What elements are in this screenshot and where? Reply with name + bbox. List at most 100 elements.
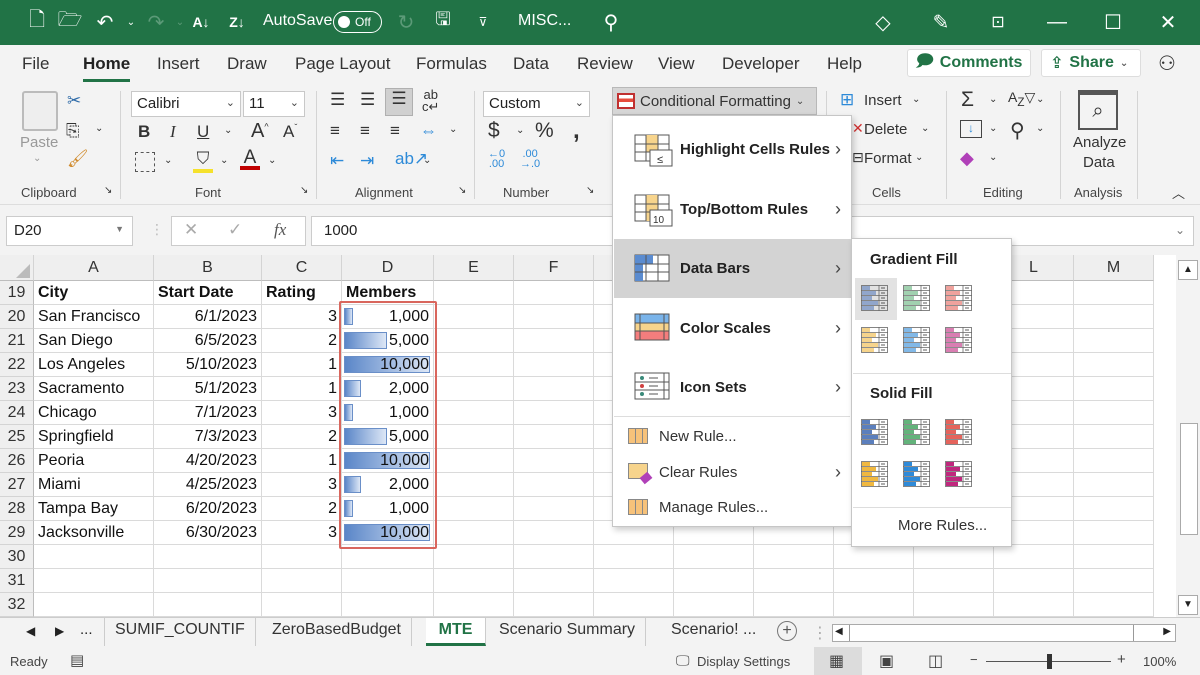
cell-L31[interactable]: [994, 569, 1074, 593]
font-color-dropdown-icon[interactable]: ⌄: [268, 155, 276, 166]
chevron-down-icon[interactable]: ⌄: [989, 94, 997, 105]
menu-item-clear-rules[interactable]: Clear Rules ›: [614, 454, 851, 490]
cell-H31[interactable]: [674, 569, 754, 593]
borders-icon[interactable]: [135, 152, 155, 172]
font-size-select[interactable]: 11 ⌄: [243, 91, 305, 117]
dialog-launcher-icon[interactable]: ↘: [458, 185, 466, 196]
cell-A26[interactable]: Peoria: [34, 449, 154, 473]
cell-I32[interactable]: [754, 593, 834, 617]
cell-A31[interactable]: [34, 569, 154, 593]
ribbon-display-icon[interactable]: ⊡: [985, 8, 1011, 36]
menu-item-icon-sets[interactable]: Icon Sets ›: [614, 358, 851, 416]
cell-C30[interactable]: [262, 545, 342, 569]
cell-F30[interactable]: [514, 545, 594, 569]
cell-C27[interactable]: 3: [262, 473, 342, 497]
cell-I31[interactable]: [754, 569, 834, 593]
insert-function-icon[interactable]: fx: [274, 220, 286, 240]
cell-B30[interactable]: [154, 545, 262, 569]
cell-A30[interactable]: [34, 545, 154, 569]
cell-M29[interactable]: [1074, 521, 1154, 545]
column-header-b[interactable]: B: [154, 255, 262, 281]
cell-C29[interactable]: 3: [262, 521, 342, 545]
chevron-down-icon[interactable]: ⌄: [1036, 123, 1044, 134]
chevron-down-icon[interactable]: ⌄: [989, 123, 997, 134]
cell-E24[interactable]: [434, 401, 514, 425]
cell-C21[interactable]: 2: [262, 329, 342, 353]
select-all-corner[interactable]: [0, 255, 34, 281]
collapse-ribbon-icon[interactable]: ︿: [1172, 183, 1185, 202]
cell-C19[interactable]: Rating: [262, 281, 342, 305]
gradient-fill-purple-swatch[interactable]: [945, 327, 975, 355]
normal-view-button[interactable]: ▦: [814, 647, 862, 675]
column-header-a[interactable]: A: [34, 255, 154, 281]
row-header-22[interactable]: 22: [0, 353, 34, 377]
delete-cells-icon[interactable]: ✕: [852, 120, 864, 137]
sheet-tab-sumif-countif[interactable]: SUMIF_COUNTIF: [104, 618, 256, 646]
cell-A29[interactable]: Jacksonville: [34, 521, 154, 545]
cell-M19[interactable]: [1074, 281, 1154, 305]
gradient-fill-blue-swatch[interactable]: [861, 285, 891, 313]
format-cells-label[interactable]: Format: [864, 150, 912, 167]
tab-page-layout[interactable]: Page Layout: [295, 54, 390, 74]
zoom-in-button[interactable]: +: [1117, 651, 1126, 668]
cell-C24[interactable]: 3: [262, 401, 342, 425]
decrease-decimal-icon[interactable]: .00 →.0: [520, 149, 540, 170]
cell-E31[interactable]: [434, 569, 514, 593]
decrease-indent-icon[interactable]: ⇤: [330, 151, 344, 171]
cell-M25[interactable]: [1074, 425, 1154, 449]
sheet-tab-zerobasedbudget[interactable]: ZeroBasedBudget: [262, 618, 412, 646]
gradient-fill-orange-swatch[interactable]: [861, 327, 891, 355]
row-header-24[interactable]: 24: [0, 401, 34, 425]
column-header-m[interactable]: M: [1074, 255, 1154, 281]
increase-font-icon[interactable]: A^: [251, 120, 269, 143]
more-sheets[interactable]: ...: [80, 621, 93, 638]
cell-F31[interactable]: [514, 569, 594, 593]
column-header-f[interactable]: F: [514, 255, 594, 281]
format-cells-icon[interactable]: ⊟: [852, 149, 864, 166]
cell-F21[interactable]: [514, 329, 594, 353]
cell-C26[interactable]: 1: [262, 449, 342, 473]
scroll-thumb[interactable]: [1180, 423, 1198, 535]
underline-icon[interactable]: U: [197, 122, 209, 142]
cell-B23[interactable]: 5/1/2023: [154, 377, 262, 401]
merge-center-icon[interactable]: ⇔: [420, 121, 437, 141]
solid-fill-orange-swatch[interactable]: [861, 461, 891, 489]
top-align-icon[interactable]: ☰: [330, 90, 345, 110]
find-select-icon[interactable]: ⚲: [1010, 118, 1025, 143]
cell-C32[interactable]: [262, 593, 342, 617]
align-center-icon[interactable]: ≡: [360, 121, 370, 141]
bottom-align-icon[interactable]: ☰: [385, 88, 413, 116]
increase-indent-icon[interactable]: ⇥: [360, 151, 374, 171]
page-layout-view-icon[interactable]: ▣: [879, 651, 894, 671]
currency-dropdown-icon[interactable]: ⌄: [516, 125, 524, 136]
minimize-icon[interactable]: —: [1044, 8, 1070, 36]
analyze-label-line1[interactable]: Analyze: [1073, 134, 1126, 151]
delete-cells-label[interactable]: Delete: [864, 121, 907, 138]
cell-F24[interactable]: [514, 401, 594, 425]
search-icon[interactable]: ⚲: [598, 8, 624, 36]
cell-B32[interactable]: [154, 593, 262, 617]
cell-C20[interactable]: 3: [262, 305, 342, 329]
cell-B24[interactable]: 7/1/2023: [154, 401, 262, 425]
tab-data[interactable]: Data: [513, 54, 549, 74]
comma-style-icon[interactable]: ,: [573, 117, 580, 145]
redo-icon[interactable]: ↷: [143, 8, 169, 36]
cell-E21[interactable]: [434, 329, 514, 353]
scroll-right-icon[interactable]: ▶: [1163, 626, 1171, 637]
cell-F25[interactable]: [514, 425, 594, 449]
cell-M27[interactable]: [1074, 473, 1154, 497]
zoom-level[interactable]: 100%: [1143, 654, 1176, 669]
cell-H30[interactable]: [674, 545, 754, 569]
cell-F28[interactable]: [514, 497, 594, 521]
cell-M32[interactable]: [1074, 593, 1154, 617]
tab-view[interactable]: View: [658, 54, 695, 74]
maximize-icon[interactable]: ☐: [1100, 8, 1126, 36]
cell-B19[interactable]: Start Date: [154, 281, 262, 305]
chevron-down-icon[interactable]: ⌄: [989, 152, 997, 163]
cell-F29[interactable]: [514, 521, 594, 545]
splitter-handle[interactable]: ⋮: [150, 221, 164, 238]
row-header-31[interactable]: 31: [0, 569, 34, 593]
row-header-29[interactable]: 29: [0, 521, 34, 545]
currency-icon[interactable]: $: [488, 119, 500, 143]
copy-icon[interactable]: ⎘: [66, 121, 80, 141]
